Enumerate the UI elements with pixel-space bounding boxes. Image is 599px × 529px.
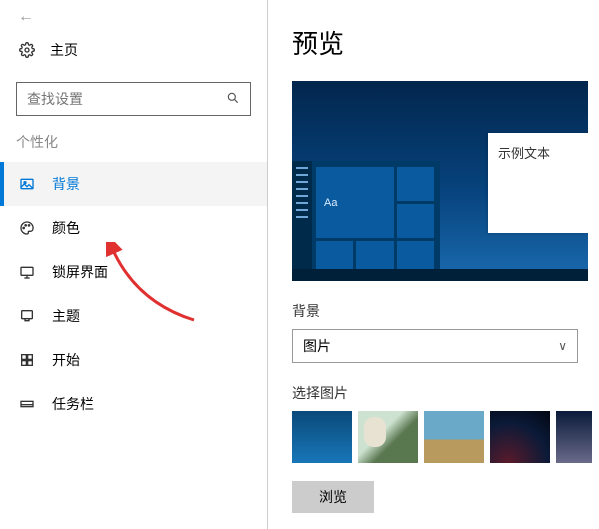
browse-button[interactable]: 浏览 <box>292 481 374 513</box>
sample-text: 示例文本 <box>498 146 550 161</box>
choose-picture-label: 选择图片 <box>292 383 599 403</box>
home-link[interactable]: 主页 <box>0 32 267 68</box>
picture-thumb[interactable] <box>424 411 484 463</box>
sidebar-item-label: 主题 <box>52 306 80 326</box>
sidebar-item-lockscreen[interactable]: 锁屏界面 <box>0 250 267 294</box>
sidebar-item-label: 颜色 <box>52 218 80 238</box>
sample-window: 示例文本 <box>488 133 588 233</box>
sidebar-item-label: 开始 <box>52 350 80 370</box>
brush-icon <box>18 308 36 324</box>
category-label: 个性化 <box>0 130 267 162</box>
picture-thumb[interactable] <box>556 411 592 463</box>
home-label: 主页 <box>50 40 78 60</box>
sidebar-item-label: 锁屏界面 <box>52 262 108 282</box>
preview-thumbnail: Aa 示例文本 <box>292 81 588 281</box>
background-type-dropdown[interactable]: 图片 ∨ <box>292 329 578 363</box>
page-title: 预览 <box>292 24 599 61</box>
sidebar-item-label: 任务栏 <box>52 394 94 414</box>
sidebar-item-start[interactable]: 开始 <box>0 338 267 382</box>
search-icon <box>226 91 240 108</box>
search-input[interactable] <box>27 91 226 107</box>
main-content: 预览 Aa 示例文本 <box>268 0 599 529</box>
search-input-wrap[interactable] <box>16 82 251 116</box>
grid-icon <box>18 352 36 368</box>
sidebar-item-colors[interactable]: 颜色 <box>0 206 267 250</box>
sidebar-item-label: 背景 <box>52 174 80 194</box>
sidebar-item-taskbar[interactable]: 任务栏 <box>0 382 267 426</box>
gear-icon <box>18 42 36 58</box>
picture-thumb[interactable] <box>292 411 352 463</box>
picture-thumb[interactable] <box>490 411 550 463</box>
monitor-icon <box>18 264 36 280</box>
taskbar-icon <box>18 396 36 412</box>
back-button[interactable]: ← <box>0 4 267 32</box>
dropdown-value: 图片 <box>303 336 331 356</box>
chevron-down-icon: ∨ <box>558 339 567 353</box>
picture-thumb[interactable] <box>358 411 418 463</box>
palette-icon <box>18 220 36 236</box>
picture-icon <box>18 176 36 192</box>
sidebar: ← 主页 个性化 背景 颜色 <box>0 0 268 529</box>
sidebar-item-background[interactable]: 背景 <box>0 162 267 206</box>
bg-label: 背景 <box>292 301 599 321</box>
picture-thumbnails <box>292 411 592 467</box>
sidebar-item-themes[interactable]: 主题 <box>0 294 267 338</box>
aa-tile: Aa <box>316 167 394 238</box>
